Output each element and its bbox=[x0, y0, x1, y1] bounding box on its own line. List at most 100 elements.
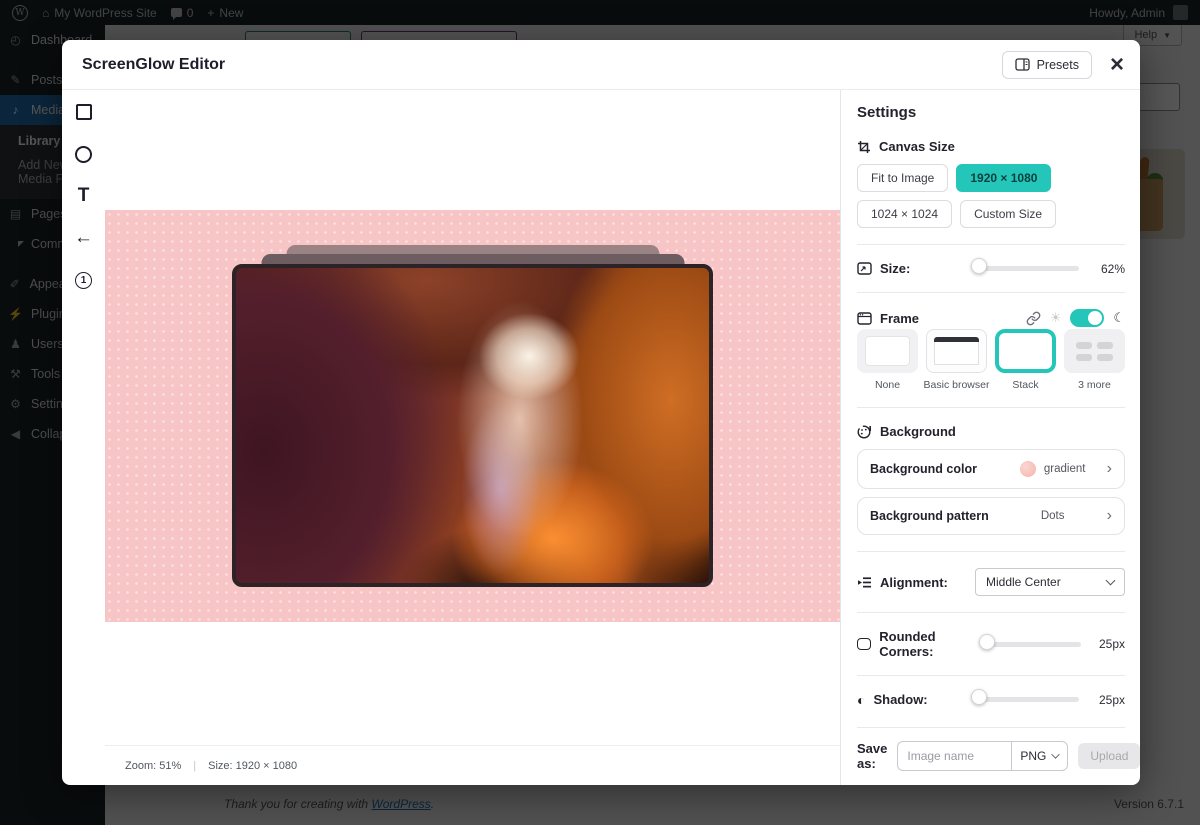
presets-button[interactable]: Presets bbox=[1001, 50, 1092, 79]
canvas-size-label: Canvas Size bbox=[879, 139, 955, 154]
frame-browser-thumbnail[interactable] bbox=[926, 329, 987, 373]
light-mode-sun-icon[interactable]: ☀ bbox=[1050, 310, 1062, 326]
drawing-toolbar: T ← 1 bbox=[62, 90, 105, 785]
screenglow-editor-modal: ScreenGlow Editor Presets × T ← 1 Zoom: … bbox=[62, 40, 1140, 785]
canvas-size-custom-button[interactable]: Custom Size bbox=[960, 200, 1057, 228]
canvas-preview-image[interactable] bbox=[232, 264, 713, 587]
background-color-label: Background color bbox=[870, 462, 977, 476]
canvas-size-status: Size: 1920 × 1080 bbox=[208, 759, 298, 772]
browser-frame-icon bbox=[857, 311, 872, 325]
frame-section-header: Frame ☀ ☾ bbox=[857, 309, 1125, 327]
frame-option-label: 3 more bbox=[1078, 379, 1111, 391]
background-pattern-label: Background pattern bbox=[870, 509, 989, 523]
status-separator: | bbox=[193, 759, 197, 772]
divider bbox=[857, 292, 1125, 293]
canvas-status-bar: Zoom: 51% | Size: 1920 × 1080 bbox=[105, 745, 840, 785]
modal-title: ScreenGlow Editor bbox=[82, 55, 226, 73]
palette-icon bbox=[857, 424, 871, 439]
resize-icon bbox=[857, 262, 872, 275]
divider bbox=[857, 675, 1125, 676]
crop-icon bbox=[858, 140, 870, 153]
frame-option-label: Stack bbox=[1012, 379, 1039, 391]
format-value: PNG bbox=[1020, 749, 1047, 763]
background-color-value: gradient bbox=[1043, 463, 1086, 475]
upload-button[interactable]: Upload bbox=[1078, 743, 1140, 769]
canvas-size-section-header: Canvas Size bbox=[857, 139, 1125, 154]
canvas-pink-background[interactable] bbox=[105, 210, 840, 622]
presets-panel-icon bbox=[1014, 58, 1030, 71]
frame-option-none[interactable]: None bbox=[857, 329, 918, 391]
size-control-row: Size: 62% bbox=[857, 258, 1125, 276]
chevron-right-icon: › bbox=[1106, 460, 1112, 477]
rectangle-tool-button[interactable] bbox=[74, 102, 94, 122]
shadow-value: 25px bbox=[1098, 692, 1125, 707]
arrow-tool-button[interactable]: ← bbox=[74, 227, 94, 248]
canvas-size-fit-to-image-button[interactable]: Fit to Image bbox=[857, 164, 949, 192]
canvas-size-1920x1080-button[interactable]: 1920 × 1080 bbox=[956, 164, 1052, 192]
half-circle-shadow-icon: ◐ bbox=[857, 691, 866, 708]
modal-header: ScreenGlow Editor Presets × bbox=[62, 40, 1140, 90]
shadow-slider-knob[interactable] bbox=[971, 689, 987, 705]
background-pattern-value: Dots bbox=[1040, 510, 1065, 522]
size-slider[interactable] bbox=[971, 258, 1079, 274]
frame-option-label: Basic browser bbox=[923, 379, 990, 391]
rounded-corners-value: 25px bbox=[1098, 637, 1125, 651]
canvas-size-options: Fit to Image 1920 × 1080 1024 × 1024 Cus… bbox=[857, 164, 1125, 228]
divider bbox=[857, 407, 1125, 408]
shadow-slider[interactable] bbox=[971, 689, 1079, 705]
canvas-size-1024x1024-button[interactable]: 1024 × 1024 bbox=[857, 200, 953, 228]
size-slider-knob[interactable] bbox=[971, 258, 987, 274]
frame-none-thumbnail[interactable] bbox=[857, 329, 918, 373]
frame-stack-thumbnail[interactable] bbox=[995, 329, 1056, 373]
background-label: Background bbox=[880, 424, 956, 439]
rounded-corners-label: Rounded Corners: bbox=[879, 629, 936, 659]
rounded-corners-slider[interactable] bbox=[978, 633, 1082, 650]
toggle-knob bbox=[1088, 311, 1103, 325]
divider bbox=[857, 551, 1125, 552]
settings-panel: Settings Canvas Size Fit to Image 1920 ×… bbox=[840, 90, 1140, 785]
rounded-corners-row: Rounded Corners: 25px bbox=[857, 629, 1125, 659]
background-pattern-row[interactable]: Background pattern Dots › bbox=[857, 497, 1125, 535]
rectangle-icon bbox=[75, 104, 92, 120]
frame-option-3-more[interactable]: 3 more bbox=[1064, 329, 1125, 391]
settings-heading: Settings bbox=[857, 104, 917, 121]
shadow-label: Shadow: bbox=[873, 692, 928, 707]
dark-mode-toggle[interactable] bbox=[1070, 309, 1105, 327]
size-label: Size: bbox=[880, 261, 911, 276]
alignment-icon bbox=[858, 576, 871, 587]
background-color-row[interactable]: Background color gradient › bbox=[857, 449, 1125, 489]
dark-mode-moon-icon[interactable]: ☾ bbox=[1113, 310, 1125, 326]
background-section-header: Background bbox=[857, 424, 1125, 439]
alignment-row: Alignment: Middle Center bbox=[857, 568, 1125, 596]
image-name-input[interactable] bbox=[897, 741, 1012, 771]
chevron-right-icon: › bbox=[1106, 507, 1112, 524]
chevron-down-icon bbox=[1105, 575, 1116, 585]
alignment-value: Middle Center bbox=[986, 575, 1061, 589]
rounded-corners-slider-knob[interactable] bbox=[978, 633, 995, 650]
save-as-row: Save as: PNG Upload bbox=[841, 727, 1140, 785]
divider bbox=[857, 244, 1125, 245]
editor-canvas-viewport[interactable]: Zoom: 51% | Size: 1920 × 1080 bbox=[105, 90, 840, 785]
divider bbox=[857, 612, 1125, 613]
ellipse-tool-button[interactable] bbox=[74, 144, 94, 164]
numbered-step-tool-button[interactable]: 1 bbox=[74, 270, 94, 290]
number-one-icon: 1 bbox=[75, 271, 92, 289]
alignment-label: Alignment: bbox=[880, 574, 948, 590]
save-as-label: Save as: bbox=[857, 741, 888, 771]
format-select[interactable]: PNG bbox=[1011, 741, 1069, 771]
color-swatch bbox=[1019, 461, 1036, 477]
text-tool-button[interactable]: T bbox=[74, 185, 94, 206]
close-icon[interactable]: × bbox=[1110, 52, 1124, 76]
presets-label: Presets bbox=[1036, 57, 1079, 72]
frame-label: Frame bbox=[880, 310, 920, 326]
alignment-select[interactable]: Middle Center bbox=[975, 568, 1125, 596]
frame-option-basic-browser[interactable]: Basic browser bbox=[923, 329, 990, 391]
link-icon[interactable] bbox=[1026, 311, 1041, 326]
zoom-level: Zoom: 51% bbox=[125, 759, 182, 772]
frame-option-stack[interactable]: Stack bbox=[995, 329, 1056, 391]
shadow-row: ◐ Shadow: 25px bbox=[857, 689, 1125, 708]
frame-option-label: None bbox=[874, 379, 901, 391]
screenshot-composition[interactable] bbox=[232, 245, 713, 587]
circle-icon bbox=[75, 145, 92, 163]
frame-more-thumbnail[interactable] bbox=[1064, 329, 1125, 373]
